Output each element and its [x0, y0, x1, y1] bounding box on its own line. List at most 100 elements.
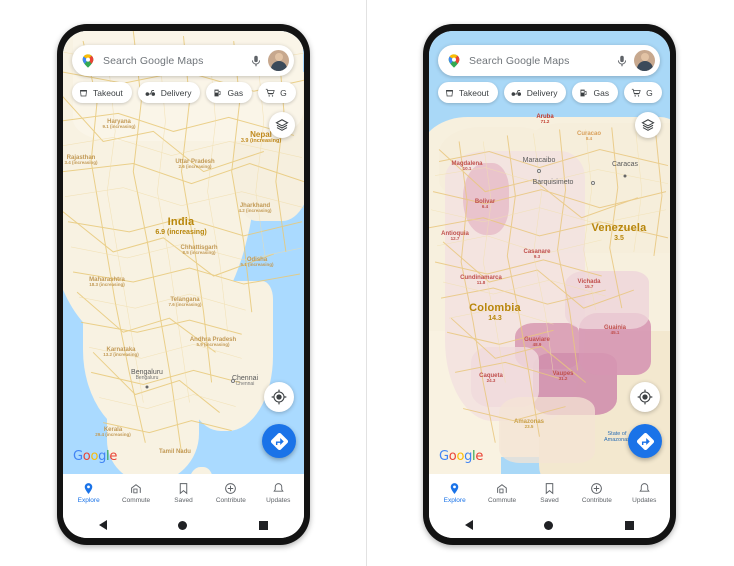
watermark-letter: g [98, 449, 107, 464]
nav-item-contribute[interactable]: Contribute [208, 482, 254, 504]
chip-takeout[interactable]: Takeout [72, 82, 132, 103]
triangle-back-icon[interactable] [98, 520, 107, 530]
chip-delivery[interactable]: Delivery [137, 82, 201, 103]
directions-button[interactable] [628, 424, 662, 458]
category-chip-row[interactable]: Takeout Delivery Gas G [72, 82, 296, 103]
chip-groceries[interactable]: G [258, 82, 296, 103]
directions-icon [636, 432, 654, 450]
watermark-letter: e [109, 449, 118, 464]
nav-label: Explore [77, 497, 100, 504]
takeout-box-icon [446, 89, 453, 96]
nav-label: Commute [487, 497, 517, 504]
city-dot-maracaibo [537, 169, 541, 173]
nav-item-updates[interactable]: Updates [621, 482, 667, 504]
chip-delivery[interactable]: Delivery [503, 82, 567, 103]
search-input[interactable]: Search Google Maps [103, 55, 249, 67]
search-bar[interactable]: Search Google Maps [438, 45, 660, 76]
nav-label: Saved [174, 497, 193, 504]
microphone-icon[interactable] [615, 53, 629, 69]
watermark-letter: e [475, 449, 484, 464]
nav-item-updates[interactable]: Updates [255, 482, 301, 504]
google-maps-pin-icon [448, 53, 460, 68]
left-phone-panel: India 6.9 (increasing) Nepal 3.9 (increa… [0, 0, 366, 566]
my-location-button[interactable] [264, 382, 294, 412]
bookmark-icon [545, 483, 554, 495]
city-dot-caracas [623, 174, 627, 178]
right-phone-panel: Colombia 14.3 Venezuela 3.5 Aruba 71.2 C… [366, 0, 732, 566]
android-system-bar[interactable] [429, 512, 670, 538]
map-layers-button[interactable] [269, 112, 295, 138]
chip-label: Takeout [459, 87, 489, 98]
plus-circle-icon [591, 483, 603, 494]
account-avatar[interactable] [634, 50, 655, 71]
search-bar[interactable]: Search Google Maps [72, 45, 294, 76]
bell-icon [639, 483, 650, 492]
chip-takeout[interactable]: Takeout [438, 82, 498, 103]
layers-icon [275, 119, 289, 131]
chip-gas[interactable]: Gas [206, 82, 253, 103]
grocery-cart-icon [265, 88, 275, 97]
nav-item-commute[interactable]: Commute [113, 482, 159, 504]
layers-icon [641, 119, 655, 131]
chip-label: Gas [593, 87, 610, 98]
nav-item-saved[interactable]: Saved [526, 482, 572, 504]
phone-screen-right: Colombia 14.3 Venezuela 3.5 Aruba 71.2 C… [429, 31, 670, 538]
chip-label: Delivery [160, 87, 192, 98]
circle-home-icon[interactable] [178, 520, 188, 530]
plus-circle-icon [225, 483, 237, 494]
nav-label: Updates [632, 497, 657, 504]
triangle-back-icon[interactable] [464, 520, 473, 530]
explore-pin-icon [450, 483, 459, 494]
nav-label: Updates [266, 497, 291, 504]
bottom-navigation-bar[interactable]: Explore Commute Saved Contribute Updates [63, 474, 304, 512]
square-recents-icon[interactable] [259, 520, 269, 530]
bell-icon [273, 483, 284, 492]
watermark-letter: o [90, 449, 99, 464]
google-watermark: Google [439, 449, 483, 464]
explore-pin-icon [84, 483, 93, 494]
directions-icon [270, 432, 288, 450]
map-viewport-india[interactable]: India 6.9 (increasing) Nepal 3.9 (increa… [63, 31, 304, 474]
account-avatar[interactable] [268, 50, 289, 71]
takeout-box-icon [80, 89, 87, 96]
nav-item-commute[interactable]: Commute [479, 482, 525, 504]
chip-label: G [280, 87, 287, 98]
nav-label: Saved [540, 497, 559, 504]
bottom-navigation-bar[interactable]: Explore Commute Saved Contribute Updates [429, 474, 670, 512]
nav-item-saved[interactable]: Saved [160, 482, 206, 504]
chip-groceries[interactable]: G [624, 82, 662, 103]
my-location-button[interactable] [630, 382, 660, 412]
nav-label: Explore [443, 497, 466, 504]
commute-icon [496, 484, 507, 494]
directions-button[interactable] [262, 424, 296, 458]
chip-gas[interactable]: Gas [572, 82, 619, 103]
nav-label: Contribute [581, 497, 612, 504]
nav-item-explore[interactable]: Explore [432, 482, 478, 504]
city-dot-bengaluru [145, 385, 149, 389]
nav-item-explore[interactable]: Explore [66, 482, 112, 504]
chip-label: Takeout [93, 87, 123, 98]
delivery-scooter-icon [511, 90, 521, 96]
microphone-icon[interactable] [249, 53, 263, 69]
watermark-letter: o [456, 449, 465, 464]
android-system-bar[interactable] [63, 512, 304, 538]
avatar-head [274, 53, 283, 61]
nav-item-contribute[interactable]: Contribute [574, 482, 620, 504]
category-chip-row[interactable]: Takeout Delivery Gas G [438, 82, 662, 103]
avatar-head [640, 53, 649, 61]
watermark-letter: G [439, 449, 449, 464]
circle-home-icon[interactable] [544, 520, 554, 530]
square-recents-icon[interactable] [625, 520, 635, 530]
my-location-icon [637, 389, 653, 405]
google-watermark: Google [73, 449, 117, 464]
nav-label: Contribute [215, 497, 246, 504]
map-layers-button[interactable] [635, 112, 661, 138]
avatar-body [270, 61, 287, 71]
map-viewport-colombia[interactable]: Colombia 14.3 Venezuela 3.5 Aruba 71.2 C… [429, 31, 670, 474]
chip-label: Gas [227, 87, 244, 98]
my-location-icon [271, 389, 287, 405]
search-input[interactable]: Search Google Maps [469, 55, 615, 67]
gas-pump-icon [580, 89, 587, 96]
city-dot-chennai [231, 379, 235, 383]
phone-frame-left: India 6.9 (increasing) Nepal 3.9 (increa… [57, 24, 310, 545]
